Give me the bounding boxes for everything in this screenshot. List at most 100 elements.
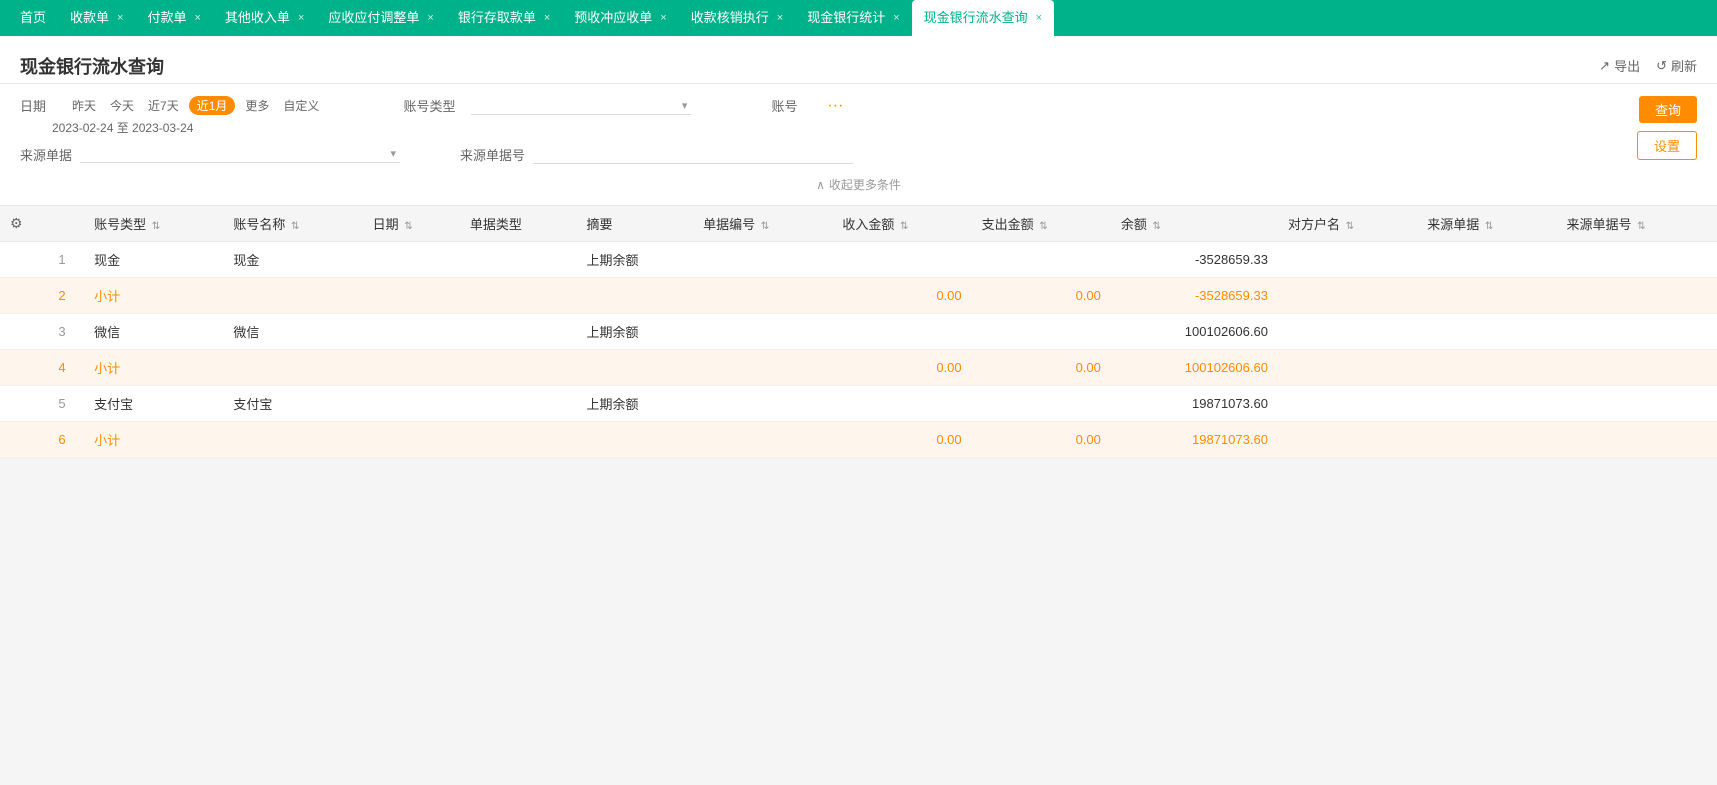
- table-row[interactable]: 1 现金 现金 上期余额 -3528659.33: [0, 242, 1717, 278]
- cell-row-num: 4: [40, 350, 84, 386]
- close-icon[interactable]: ×: [117, 0, 123, 36]
- cell-summary: 上期余额: [576, 386, 693, 422]
- table-row[interactable]: 3 微信 微信 上期余额 100102606.60: [0, 314, 1717, 350]
- date-shortcuts: 昨天 今天 近7天 近1月 更多 自定义: [68, 96, 323, 115]
- col-expense[interactable]: 支出金额 ⇅: [972, 206, 1111, 242]
- cell-income: 0.00: [832, 350, 971, 386]
- cell-source-doc-no: [1557, 242, 1717, 278]
- col-source-doc[interactable]: 来源单据 ⇅: [1417, 206, 1556, 242]
- close-icon[interactable]: ×: [194, 0, 200, 36]
- date-label: 日期: [20, 96, 60, 115]
- col-date[interactable]: 日期 ⇅: [363, 206, 460, 242]
- cell-balance: -3528659.33: [1111, 242, 1278, 278]
- cell-row-num: 1: [40, 242, 84, 278]
- nav-item-home[interactable]: 首页: [8, 0, 58, 36]
- filter-area: 日期 昨天 今天 近7天 近1月 更多 自定义 账号类型 ▾: [0, 84, 1717, 206]
- export-button[interactable]: ↗ 导出: [1599, 56, 1640, 75]
- date-btn-1month[interactable]: 近1月: [189, 96, 236, 115]
- close-icon[interactable]: ×: [544, 0, 550, 36]
- nav-item-receipt-verify[interactable]: 收款核销执行 ×: [679, 0, 795, 36]
- col-counterparty[interactable]: 对方户名 ⇅: [1278, 206, 1417, 242]
- account-type-select[interactable]: ▾: [471, 97, 691, 115]
- cell-income: 0.00: [832, 278, 971, 314]
- nav-item-cash-bank-stat[interactable]: 现金银行统计 ×: [795, 0, 911, 36]
- source-doc-label: 来源单据: [20, 145, 72, 164]
- account-type-filter-group: 账号类型 ▾: [403, 96, 691, 115]
- date-btn-more[interactable]: 更多: [241, 96, 273, 115]
- cell-source-doc: [1417, 350, 1556, 386]
- cell-account-type: 小计: [84, 350, 223, 386]
- date-btn-custom[interactable]: 自定义: [279, 96, 323, 115]
- table-row[interactable]: 2 小计 0.00 0.00 -3528659.33: [0, 278, 1717, 314]
- cell-doc-type: [460, 278, 577, 314]
- cell-income: 0.00: [832, 422, 971, 458]
- date-btn-7days[interactable]: 近7天: [144, 96, 183, 115]
- cell-date: [363, 422, 460, 458]
- source-doc-filter-row: 来源单据 ▾ 来源单据号: [20, 144, 1617, 164]
- nav-item-bank-deposit[interactable]: 银行存取款单 ×: [446, 0, 562, 36]
- cell-source-doc-no: [1557, 386, 1717, 422]
- close-icon[interactable]: ×: [777, 0, 783, 36]
- close-icon[interactable]: ×: [1036, 0, 1042, 36]
- close-icon[interactable]: ×: [893, 0, 899, 36]
- table-row[interactable]: 5 支付宝 支付宝 上期余额 19871073.60: [0, 386, 1717, 422]
- cell-source-doc: [1417, 314, 1556, 350]
- cell-doc-type: [460, 242, 577, 278]
- account-dots-button[interactable]: ···: [819, 97, 851, 115]
- nav-item-receipt[interactable]: 收款单 ×: [58, 0, 135, 36]
- page-title: 现金银行流水查询: [20, 53, 164, 79]
- nav-item-prepay-offset[interactable]: 预收冲应收单 ×: [562, 0, 678, 36]
- nav-item-cash-bank-flow[interactable]: 现金银行流水查询 ×: [912, 0, 1054, 36]
- cell-expense: 0.00: [972, 278, 1111, 314]
- cell-counterparty: [1278, 386, 1417, 422]
- col-balance[interactable]: 余额 ⇅: [1111, 206, 1278, 242]
- cell-settings: [0, 242, 40, 278]
- close-icon[interactable]: ×: [298, 0, 304, 36]
- cell-balance: 100102606.60: [1111, 350, 1278, 386]
- col-doc-no[interactable]: 单据编号 ⇅: [693, 206, 832, 242]
- nav-item-other-income[interactable]: 其他收入单 ×: [213, 0, 316, 36]
- date-btn-today[interactable]: 今天: [106, 96, 138, 115]
- date-btn-yesterday[interactable]: 昨天: [68, 96, 100, 115]
- table-row[interactable]: 4 小计 0.00 0.00 100102606.60: [0, 350, 1717, 386]
- cell-source-doc: [1417, 242, 1556, 278]
- sort-icon: ⇅: [291, 221, 299, 232]
- col-source-doc-no[interactable]: 来源单据号 ⇅: [1557, 206, 1717, 242]
- collapse-label: 收起更多条件: [829, 176, 901, 193]
- collapse-bar[interactable]: ∧ 收起更多条件: [20, 172, 1697, 193]
- cell-settings: [0, 422, 40, 458]
- source-doc-select[interactable]: ▾: [80, 145, 400, 163]
- col-account-type[interactable]: 账号类型 ⇅: [84, 206, 223, 242]
- cell-summary: [576, 350, 693, 386]
- col-row-num: [40, 206, 84, 242]
- sort-icon: ⇅: [1637, 221, 1645, 232]
- nav-item-ar-ap-adjust[interactable]: 应收应付调整单 ×: [316, 0, 445, 36]
- chevron-down-icon: ▾: [682, 99, 688, 112]
- source-doc-no-input[interactable]: [533, 144, 853, 164]
- cell-account-name: [223, 278, 362, 314]
- sort-icon: ⇅: [404, 221, 412, 232]
- col-settings[interactable]: ⚙: [0, 206, 40, 242]
- cell-account-type: 支付宝: [84, 386, 223, 422]
- cell-balance: 100102606.60: [1111, 314, 1278, 350]
- cell-settings: [0, 314, 40, 350]
- cell-doc-no: [693, 242, 832, 278]
- col-income[interactable]: 收入金额 ⇅: [832, 206, 971, 242]
- close-icon[interactable]: ×: [427, 0, 433, 36]
- cell-expense: [972, 242, 1111, 278]
- cell-expense: 0.00: [972, 422, 1111, 458]
- gear-icon[interactable]: ⚙: [10, 215, 23, 231]
- source-doc-filter-group: 来源单据 ▾: [20, 145, 400, 164]
- query-button[interactable]: 查询: [1639, 96, 1697, 123]
- refresh-button[interactable]: ↺ 刷新: [1656, 56, 1697, 75]
- sort-icon: ⇅: [900, 221, 908, 232]
- date-range-display: 2023-02-24 至 2023-03-24: [52, 121, 193, 135]
- cell-source-doc-no: [1557, 278, 1717, 314]
- cell-doc-no: [693, 350, 832, 386]
- close-icon[interactable]: ×: [660, 0, 666, 36]
- col-account-name[interactable]: 账号名称 ⇅: [223, 206, 362, 242]
- cell-summary: 上期余额: [576, 314, 693, 350]
- settings-button[interactable]: 设置: [1637, 131, 1697, 160]
- nav-item-payment[interactable]: 付款单 ×: [135, 0, 212, 36]
- table-row[interactable]: 6 小计 0.00 0.00 19871073.60: [0, 422, 1717, 458]
